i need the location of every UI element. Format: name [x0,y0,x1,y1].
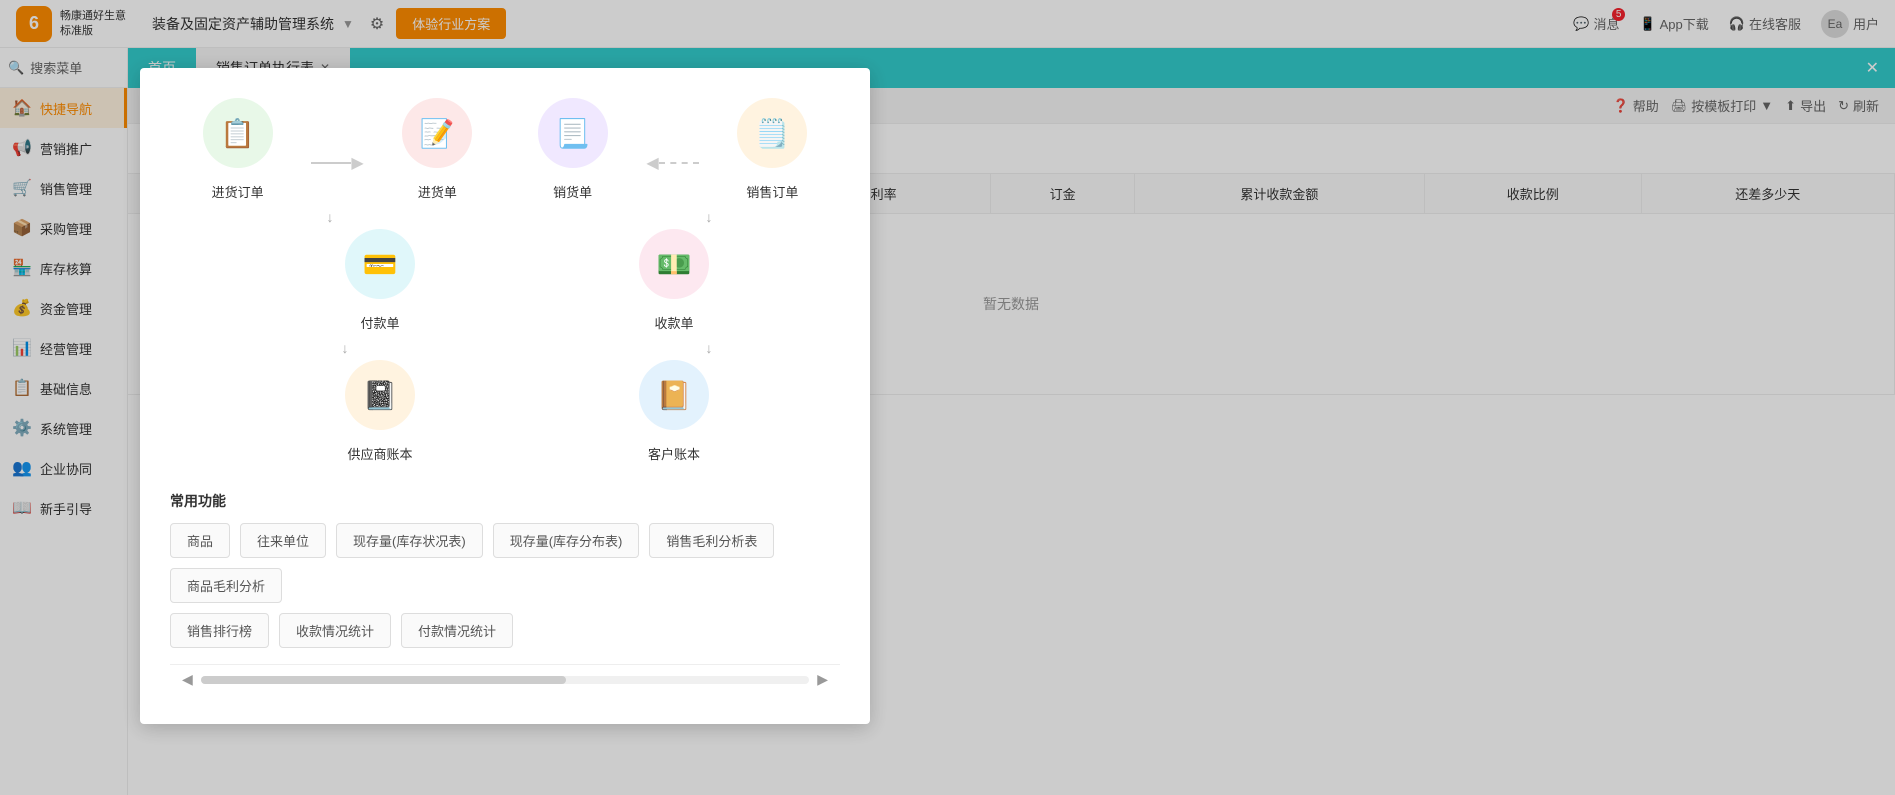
sales-order-label: 销售订单 [746,182,798,201]
flow-modal: 📋 进货订单 ▶ 📝 进货单 📃 销货单 [140,68,870,724]
scroll-track[interactable] [201,676,809,684]
common-functions: 常用功能 商品 往来单位 现存量(库存状况表) 现存量(库存分布表) 销售毛利分… [170,491,840,648]
func-inventory-dist[interactable]: 现存量(库存分布表) [493,523,640,558]
flow-supplier-ledger[interactable]: 📓 供应商账本 [310,360,450,463]
common-functions-title: 常用功能 [170,491,840,511]
sales-bill-label: 销货单 [553,182,592,201]
func-buttons-row2: 销售排行榜 收款情况统计 付款情况统计 [170,613,840,648]
flow-customer-ledger[interactable]: 📔 客户账本 [604,360,744,463]
func-payment-stats[interactable]: 付款情况统计 [401,613,513,648]
func-buttons-row1: 商品 往来单位 现存量(库存状况表) 现存量(库存分布表) 销售毛利分析表 商品… [170,523,840,603]
purchase-bill-label: 进货单 [418,182,457,201]
func-sales-profit[interactable]: 销售毛利分析表 [649,523,774,558]
flow-receipt-bill[interactable]: 💵 收款单 [604,229,744,332]
purchase-order-label: 进货订单 [212,182,264,201]
func-receipt-stats[interactable]: 收款情况统计 [279,613,391,648]
scroll-thumb [201,676,566,684]
payment-bill-circle: 💳 [345,229,415,299]
receipt-bill-circle: 💵 [639,229,709,299]
purchase-order-circle: 📋 [203,98,273,168]
func-goods[interactable]: 商品 [170,523,230,558]
purchase-bill-circle: 📝 [402,98,472,168]
payment-bill-label: 付款单 [360,313,399,332]
func-partner[interactable]: 往来单位 [240,523,326,558]
func-inventory-status[interactable]: 现存量(库存状况表) [336,523,483,558]
flow-purchase-order[interactable]: 📋 进货订单 [170,98,305,201]
func-sales-rank[interactable]: 销售排行榜 [170,613,269,648]
func-goods-profit[interactable]: 商品毛利分析 [170,568,282,603]
scroll-indicator: ◀ ▶ [170,664,840,694]
flow-payment-bill[interactable]: 💳 付款单 [310,229,450,332]
customer-ledger-circle: 📔 [639,360,709,430]
supplier-ledger-label: 供应商账本 [347,444,412,463]
scroll-left-arrow[interactable]: ◀ [182,671,193,688]
supplier-ledger-circle: 📓 [345,360,415,430]
overlay[interactable]: 📋 进货订单 ▶ 📝 进货单 📃 销货单 [0,0,1895,795]
flow-sales-order[interactable]: 🗒️ 销售订单 [705,98,840,201]
scroll-right-arrow[interactable]: ▶ [817,671,828,688]
sales-order-circle: 🗒️ [737,98,807,168]
flow-sales-bill[interactable]: 📃 销货单 [505,98,640,201]
sales-bill-circle: 📃 [538,98,608,168]
flow-purchase-bill[interactable]: 📝 进货单 [370,98,505,201]
customer-ledger-label: 客户账本 [648,444,700,463]
receipt-bill-label: 收款单 [654,313,693,332]
